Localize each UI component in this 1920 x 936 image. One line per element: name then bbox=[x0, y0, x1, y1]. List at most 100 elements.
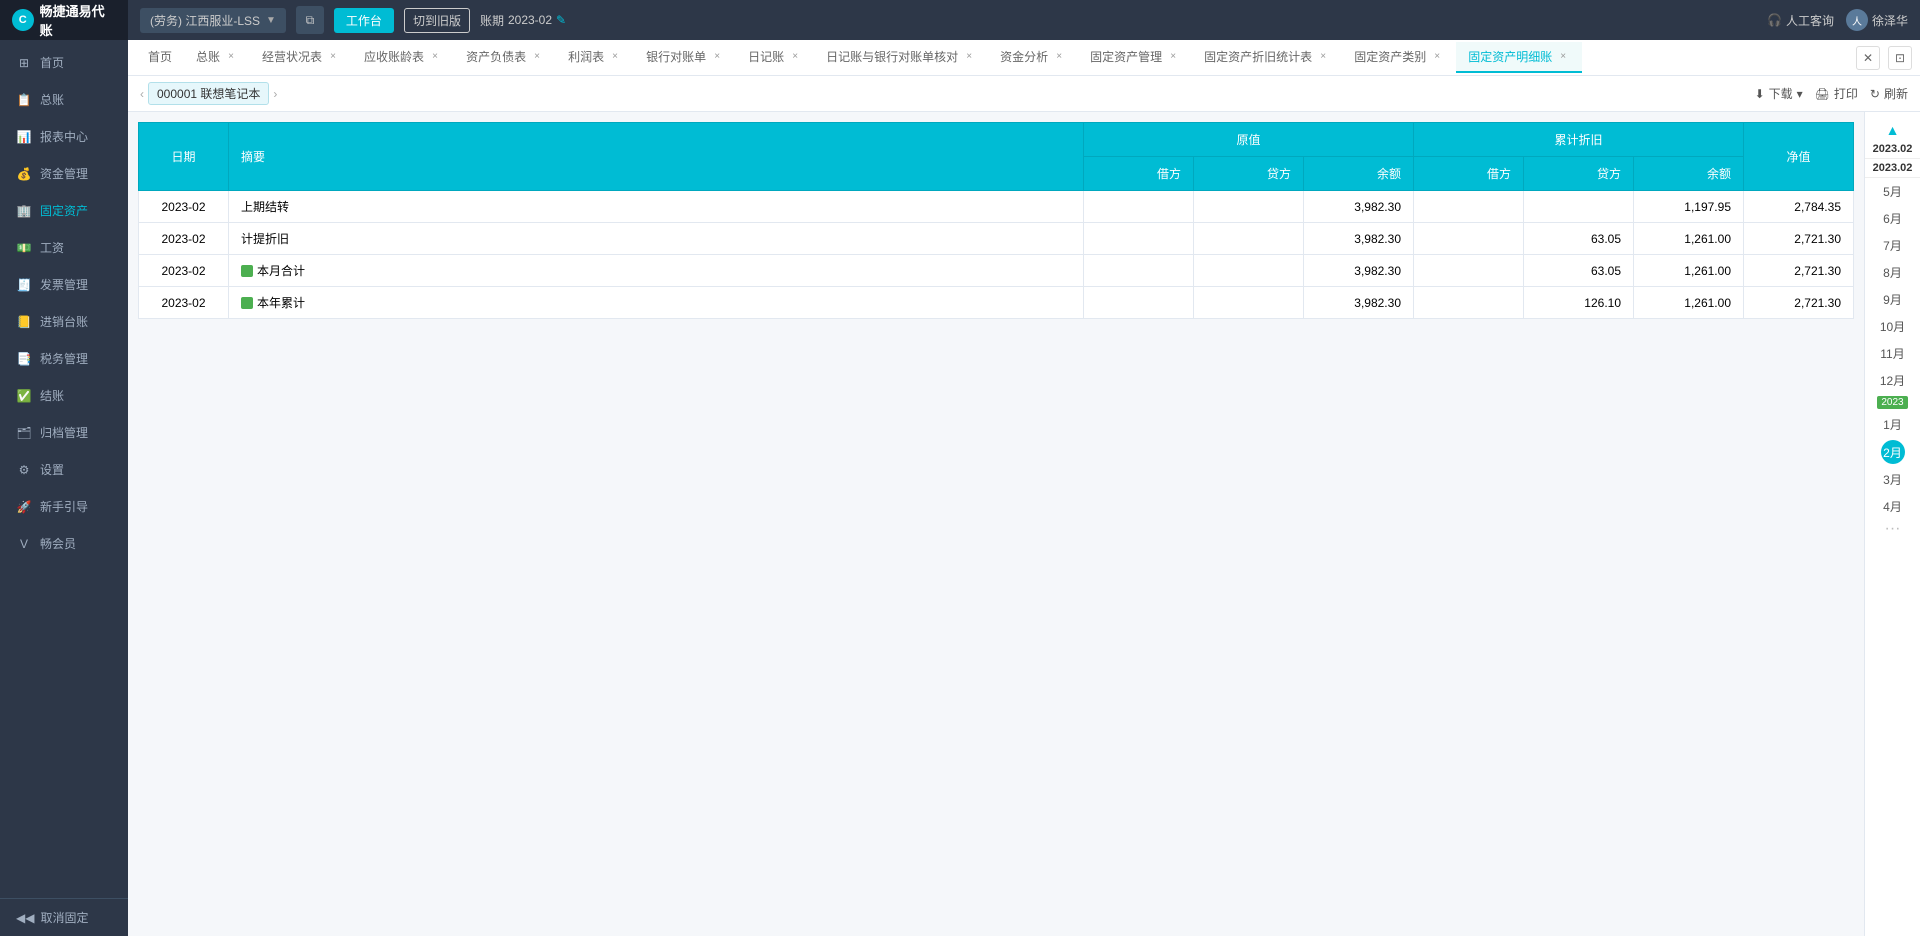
tab-应收账龄表[interactable]: 应收账龄表× bbox=[352, 42, 454, 73]
year-badge: 2023 bbox=[1877, 396, 1907, 409]
tab-close-btn[interactable]: × bbox=[1316, 50, 1330, 64]
right-panel-month[interactable]: 11月 bbox=[1880, 340, 1905, 367]
tab-首页[interactable]: 首页 bbox=[136, 42, 184, 73]
company-selector[interactable]: (劳务) 江西服业-LSS ▼ bbox=[140, 8, 286, 33]
sidebar-item-archive[interactable]: 🗂归档管理 bbox=[0, 414, 128, 451]
badge-green-icon bbox=[241, 297, 253, 309]
td-desc: 上期结转 bbox=[229, 191, 1084, 223]
right-panel: ▲ 2023.02 2023.02 5月6月7月8月9月10月11月12月 20… bbox=[1864, 112, 1920, 936]
tab-close-btn[interactable]: × bbox=[1166, 50, 1180, 64]
archive-icon: 🗂 bbox=[16, 426, 32, 440]
ledger-icon: 📋 bbox=[16, 93, 32, 107]
tab-日记账[interactable]: 日记账× bbox=[736, 42, 814, 73]
tab-close-btn[interactable]: × bbox=[530, 50, 544, 64]
table-row: 2023-02 本月合计 3,982.30 63.05 1,261.00 2,7… bbox=[139, 255, 1854, 287]
sidebar-item-label: 畅会员 bbox=[40, 535, 76, 552]
tab-close-btn[interactable]: × bbox=[224, 50, 238, 64]
tab-固定资产管理[interactable]: 固定资产管理× bbox=[1078, 42, 1192, 73]
tab-close-btn[interactable]: × bbox=[788, 50, 802, 64]
th-accum-balance: 余额 bbox=[1634, 157, 1744, 191]
user-name: 徐泽华 bbox=[1872, 12, 1908, 29]
sidebar-item-tax[interactable]: 📑税务管理 bbox=[0, 340, 128, 377]
close-all-tabs-btn[interactable]: ✕ bbox=[1856, 46, 1880, 70]
sidebar-item-ledger[interactable]: 📋总账 bbox=[0, 81, 128, 118]
tab-close-btn[interactable]: × bbox=[608, 50, 622, 64]
right-panel-month[interactable]: 3月 bbox=[1881, 466, 1905, 493]
user-profile[interactable]: 人 徐泽华 bbox=[1846, 9, 1908, 31]
sidebar-item-fixed-assets[interactable]: 🏢固定资产 bbox=[0, 192, 128, 229]
sidebar-item-reports[interactable]: 📊报表中心 bbox=[0, 118, 128, 155]
sidebar-bottom-btn[interactable]: ◀◀ 取消固定 bbox=[0, 898, 128, 936]
tab-close-btn[interactable]: × bbox=[326, 50, 340, 64]
period-edit-icon[interactable]: ✎ bbox=[556, 13, 566, 27]
right-panel-month[interactable]: 2月 bbox=[1881, 440, 1905, 464]
right-panel-month[interactable]: 1月 bbox=[1881, 411, 1905, 438]
tab-固定资产明细账[interactable]: 固定资产明细账× bbox=[1456, 42, 1582, 73]
tab-固定资产类别[interactable]: 固定资产类别× bbox=[1342, 42, 1456, 73]
right-panel-month[interactable]: 4月 bbox=[1881, 493, 1905, 520]
tab-银行对账单[interactable]: 银行对账单 × bbox=[634, 42, 736, 73]
right-panel-month[interactable]: 10月 bbox=[1880, 313, 1905, 340]
table-row: 2023-02 上期结转 3,982.30 1,197.95 2,784.35 bbox=[139, 191, 1854, 223]
tab-close-btn[interactable]: × bbox=[428, 50, 442, 64]
tab-close-btn[interactable]: × bbox=[710, 50, 724, 64]
right-panel-month[interactable]: 5月 bbox=[1880, 178, 1905, 205]
tab-close-btn[interactable]: × bbox=[1430, 50, 1444, 64]
sub-toolbar-right: ⬇ 下载 ▾ 🖨 打印 ↻ 刷新 bbox=[1755, 85, 1908, 102]
refresh-btn[interactable]: ↻ 刷新 bbox=[1870, 85, 1908, 102]
sidebar-item-vip[interactable]: V 畅会员 bbox=[0, 525, 128, 562]
td-accum-credit: 126.10 bbox=[1524, 287, 1634, 319]
vip-icon: V bbox=[16, 537, 32, 551]
td-accum-balance: 1,261.00 bbox=[1634, 223, 1744, 255]
td-orig-balance: 3,982.30 bbox=[1304, 191, 1414, 223]
right-panel-month[interactable]: 12月 bbox=[1880, 367, 1905, 394]
breadcrumb-right-arrow[interactable]: › bbox=[273, 87, 277, 101]
sidebar-bottom-label: 取消固定 bbox=[40, 909, 88, 926]
sidebar-item-settings[interactable]: ⚙设置 bbox=[0, 451, 128, 488]
tab-label: 银行对账单 bbox=[646, 48, 706, 65]
sidebar-item-settle[interactable]: ✅结账 bbox=[0, 377, 128, 414]
right-panel-month[interactable]: 9月 bbox=[1880, 286, 1905, 313]
tab-利润表[interactable]: 利润表× bbox=[556, 42, 634, 73]
download-btn[interactable]: ⬇ 下载 ▾ bbox=[1755, 85, 1803, 102]
td-net-value: 2,784.35 bbox=[1744, 191, 1854, 223]
service-btn[interactable]: 🎧 人工客询 bbox=[1767, 12, 1834, 29]
tab-资金分析[interactable]: 资金分析× bbox=[988, 42, 1078, 73]
print-btn[interactable]: 🖨 打印 bbox=[1815, 85, 1858, 102]
tab-经营状况表[interactable]: 经营状况表 × bbox=[250, 42, 352, 73]
tab-label: 经营状况表 bbox=[262, 48, 322, 65]
tab-固定资产折旧统计表[interactable]: 固定资产折旧统计表× bbox=[1192, 42, 1342, 73]
tab-close-btn[interactable]: × bbox=[1556, 50, 1570, 64]
headset-icon: 🎧 bbox=[1767, 13, 1782, 27]
tab-label: 总账 bbox=[196, 48, 220, 65]
sidebar-nav: ⊞首页📋总账📊报表中心💰资金管理🏢固定资产💵工资🧾发票管理📒进销台账📑税务管理✅… bbox=[0, 40, 128, 898]
tab-日记账与银行对账单核对[interactable]: 日记账与银行对账单核对× bbox=[814, 42, 988, 73]
sidebar-item-sales-ledger[interactable]: 📒进销台账 bbox=[0, 303, 128, 340]
switch-version-btn[interactable]: 切到旧版 bbox=[404, 8, 470, 33]
reports-icon: 📊 bbox=[16, 130, 32, 144]
td-accum-credit: 63.05 bbox=[1524, 223, 1634, 255]
copy-icon-btn[interactable]: ⧉ bbox=[296, 6, 324, 34]
sidebar-item-home[interactable]: ⊞首页 bbox=[0, 44, 128, 81]
sidebar-item-invoice[interactable]: 🧾发票管理 bbox=[0, 266, 128, 303]
td-net-value: 2,721.30 bbox=[1744, 255, 1854, 287]
sidebar-item-salary[interactable]: 💵工资 bbox=[0, 229, 128, 266]
td-date: 2023-02 bbox=[139, 287, 229, 319]
sidebar-item-label: 进销台账 bbox=[40, 313, 88, 330]
td-accum-debit bbox=[1414, 255, 1524, 287]
right-panel-month[interactable]: 8月 bbox=[1880, 259, 1905, 286]
scroll-up-btn[interactable]: ▲ bbox=[1886, 120, 1900, 140]
td-date: 2023-02 bbox=[139, 223, 229, 255]
expand-tabs-btn[interactable]: ⊡ bbox=[1888, 46, 1912, 70]
tab-close-btn[interactable]: × bbox=[1052, 50, 1066, 64]
table-row: 2023-02 本年累计 3,982.30 126.10 1,261.00 2,… bbox=[139, 287, 1854, 319]
right-panel-month[interactable]: 6月 bbox=[1880, 205, 1905, 232]
right-panel-month[interactable]: 7月 bbox=[1880, 232, 1905, 259]
tab-总账[interactable]: 总账 × bbox=[184, 42, 250, 73]
sidebar-item-funds[interactable]: 💰资金管理 bbox=[0, 155, 128, 192]
sidebar-item-guide[interactable]: 🚀新手引导 bbox=[0, 488, 128, 525]
workbench-btn[interactable]: 工作台 bbox=[334, 8, 394, 33]
tab-资产负债表[interactable]: 资产负债表× bbox=[454, 42, 556, 73]
tab-close-btn[interactable]: × bbox=[962, 50, 976, 64]
breadcrumb-left-arrow[interactable]: ‹ bbox=[140, 87, 144, 101]
